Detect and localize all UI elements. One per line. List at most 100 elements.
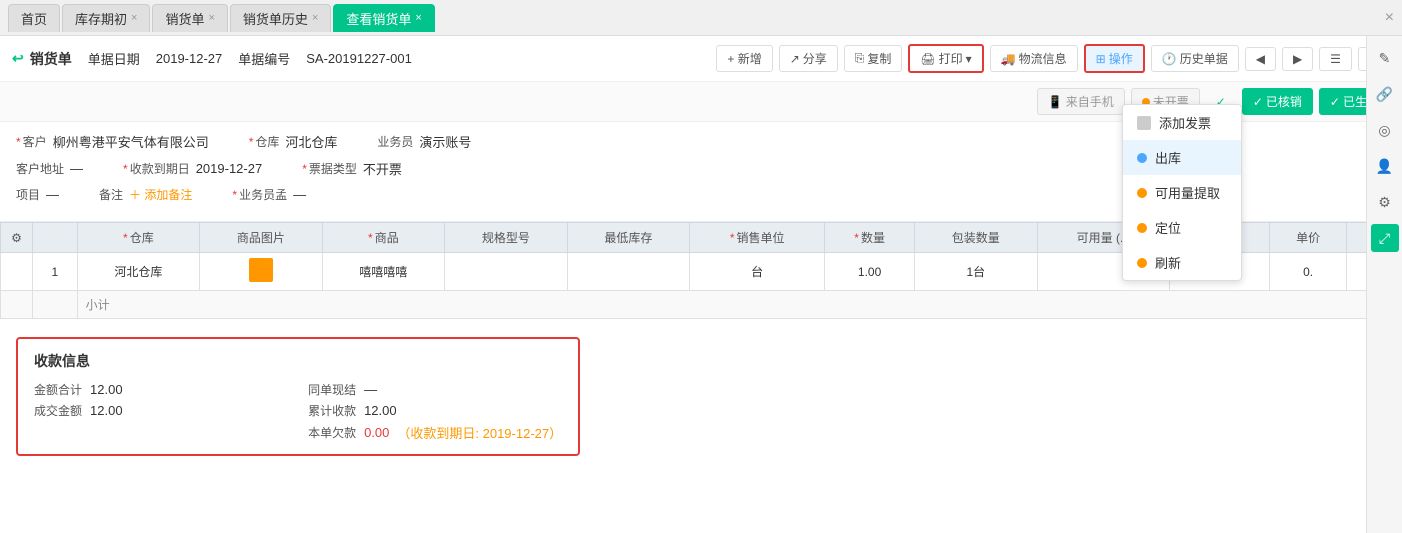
- outbound-label: 出库: [1155, 148, 1181, 167]
- project-value: —: [46, 187, 59, 202]
- history-button[interactable]: 🕐 历史单据: [1151, 45, 1239, 72]
- available-qty-label: 可用量提取: [1155, 183, 1220, 202]
- tab-bar: 首页 库存期初 × 销货单 × 销货单历史 × 查看销货单 × ×: [0, 0, 1402, 36]
- tab-view-sales[interactable]: 查看销货单 ×: [333, 4, 434, 32]
- payment-grid: 金额合计 12.00 同单现结 — 成交金额 12.00 累计收款 12.00: [34, 381, 562, 442]
- tab-sales-history-close[interactable]: ×: [312, 12, 318, 24]
- grid-icon: ⊞: [1096, 52, 1106, 66]
- tab-home-label: 首页: [21, 9, 47, 28]
- sidebar-circle-icon[interactable]: ◎: [1371, 116, 1399, 144]
- no-value: SA-20191227-001: [306, 51, 412, 66]
- th-settings[interactable]: ⚙: [1, 223, 33, 253]
- tab-bar-close[interactable]: ×: [1385, 9, 1394, 27]
- th-unit-price: 单价: [1269, 223, 1346, 253]
- staff-label: 业务员: [377, 133, 413, 150]
- tab-sales-close[interactable]: ×: [208, 12, 214, 24]
- td-subtotal-label: 小计: [77, 291, 1401, 319]
- phone-icon: 📱: [1048, 95, 1063, 109]
- payment-section: 收款信息 金额合计 12.00 同单现结 — 成交金额 12.00 累计收款 1…: [0, 319, 1402, 466]
- main-area: ↩ 销货单 单据日期 2019-12-27 单据编号 SA-20191227-0…: [0, 36, 1402, 533]
- customer-field: 客户 柳州粤港平安气体有限公司: [16, 132, 209, 151]
- th-quantity: 数量: [825, 223, 915, 253]
- customer-value: 柳州粤港平安气体有限公司: [53, 132, 209, 151]
- td-min-stock: [567, 253, 690, 291]
- tab-home[interactable]: 首页: [8, 4, 60, 32]
- from-phone-button[interactable]: 📱 来自手机: [1037, 88, 1125, 115]
- header-actions: + 新增 ↗ 分享 ⎘ 复制 🖨 打印 ▾ 🚚 物流信息 ⊞ 操作: [716, 44, 1390, 73]
- sidebar-user-icon[interactable]: 👤: [1371, 152, 1399, 180]
- sales-staff-value: —: [293, 187, 306, 202]
- tab-sales[interactable]: 销货单 ×: [152, 4, 227, 32]
- tab-sales-history[interactable]: 销货单历史 ×: [230, 4, 331, 32]
- sidebar-expand-icon[interactable]: ⤢: [1371, 224, 1399, 252]
- deal-amount-label: 成交金额: [34, 402, 82, 419]
- no-label: 单据编号: [238, 49, 290, 68]
- project-label: 项目: [16, 186, 40, 203]
- dropdown-add-invoice[interactable]: 添加发票: [1123, 105, 1241, 140]
- new-button[interactable]: + 新增: [716, 45, 772, 72]
- warehouse-value: 河北仓库: [285, 132, 337, 151]
- table-subtotal-row: 小计: [1, 291, 1402, 319]
- staff-field: 业务员 演示账号: [377, 132, 471, 151]
- verify-button[interactable]: ✓ 已核销: [1242, 88, 1313, 115]
- payment-title: 收款信息: [34, 351, 562, 371]
- same-order-label: 同单现结: [308, 381, 356, 398]
- tab-view-sales-label: 查看销货单: [346, 9, 411, 28]
- operate-button[interactable]: ⊞ 操作: [1084, 44, 1145, 73]
- copy-button[interactable]: ⎘ 复制: [844, 45, 903, 72]
- td-subtotal-spacer: [1, 291, 33, 319]
- arrears-hint: （收款到期日: 2019-12-27）: [397, 423, 562, 442]
- outbound-dot: [1137, 153, 1147, 163]
- total-amount-label: 金额合计: [34, 381, 82, 398]
- refresh-dot: [1137, 258, 1147, 268]
- doc-title: ↩ 销货单: [12, 49, 72, 69]
- share-button[interactable]: ↗ 分享: [779, 45, 838, 72]
- sidebar-edit-icon[interactable]: ✎: [1371, 44, 1399, 72]
- add-invoice-label: 添加发票: [1159, 113, 1211, 132]
- tab-inventory-label: 库存期初: [75, 9, 127, 28]
- th-spec: 规格型号: [445, 223, 568, 253]
- warehouse-field: 仓库 河北仓库: [249, 132, 338, 151]
- staff-value: 演示账号: [419, 132, 471, 151]
- sidebar-link-icon[interactable]: 🔗: [1371, 80, 1399, 108]
- td-sales-unit: 台: [690, 253, 825, 291]
- td-subtotal-spacer2: [33, 291, 78, 319]
- next-button[interactable]: ▶: [1282, 47, 1313, 71]
- td-warehouse: 河北仓库: [77, 253, 200, 291]
- payment-box: 收款信息 金额合计 12.00 同单现结 — 成交金额 12.00 累计收款 1…: [16, 337, 580, 456]
- address-field: 客户地址 —: [16, 160, 83, 177]
- print-button[interactable]: 🖨 打印 ▾: [908, 44, 983, 73]
- customer-label: 客户: [16, 133, 47, 150]
- dropdown-refresh[interactable]: 刷新: [1123, 245, 1241, 280]
- share-icon: ↗: [790, 52, 800, 66]
- history-icon: 🕐: [1162, 52, 1177, 66]
- product-image: [249, 258, 273, 282]
- locate-label: 定位: [1155, 218, 1181, 237]
- tab-inventory[interactable]: 库存期初 ×: [62, 4, 150, 32]
- td-product: 嘻嘻嘻嘻: [322, 253, 445, 291]
- list-view-button[interactable]: ☰: [1319, 47, 1352, 71]
- dropdown-available-qty[interactable]: 可用量提取: [1123, 175, 1241, 210]
- operate-dropdown: 添加发票 出库 可用量提取 定位 刷新: [1122, 104, 1242, 281]
- address-label: 客户地址: [16, 160, 64, 177]
- dropdown-locate[interactable]: 定位: [1123, 210, 1241, 245]
- cumulative-label: 累计收款: [308, 402, 356, 419]
- total-amount-value: 12.00: [90, 382, 123, 397]
- prev-button[interactable]: ◀: [1245, 47, 1276, 71]
- ticket-type-label: 票据类型: [302, 160, 357, 177]
- arrears-value: 0.00: [364, 425, 389, 440]
- tab-inventory-close[interactable]: ×: [131, 12, 137, 24]
- dropdown-outbound[interactable]: 出库: [1123, 140, 1241, 175]
- logistics-button[interactable]: 🚚 物流信息: [990, 45, 1078, 72]
- tab-view-sales-close[interactable]: ×: [415, 12, 421, 24]
- add-remark-button[interactable]: ＋ 添加备注: [129, 186, 192, 203]
- doc-meta: 单据日期 2019-12-27 单据编号 SA-20191227-001: [88, 49, 412, 68]
- due-date-field: 收款到期日 2019-12-27: [123, 160, 262, 177]
- td-product-img: [200, 253, 323, 291]
- tab-sales-history-label: 销货单历史: [243, 9, 308, 28]
- sidebar-settings-icon[interactable]: ⚙: [1371, 188, 1399, 216]
- td-spec: [445, 253, 568, 291]
- total-amount-row: 金额合计 12.00: [34, 381, 288, 398]
- th-seq: [33, 223, 78, 253]
- th-product-img: 商品图片: [200, 223, 323, 253]
